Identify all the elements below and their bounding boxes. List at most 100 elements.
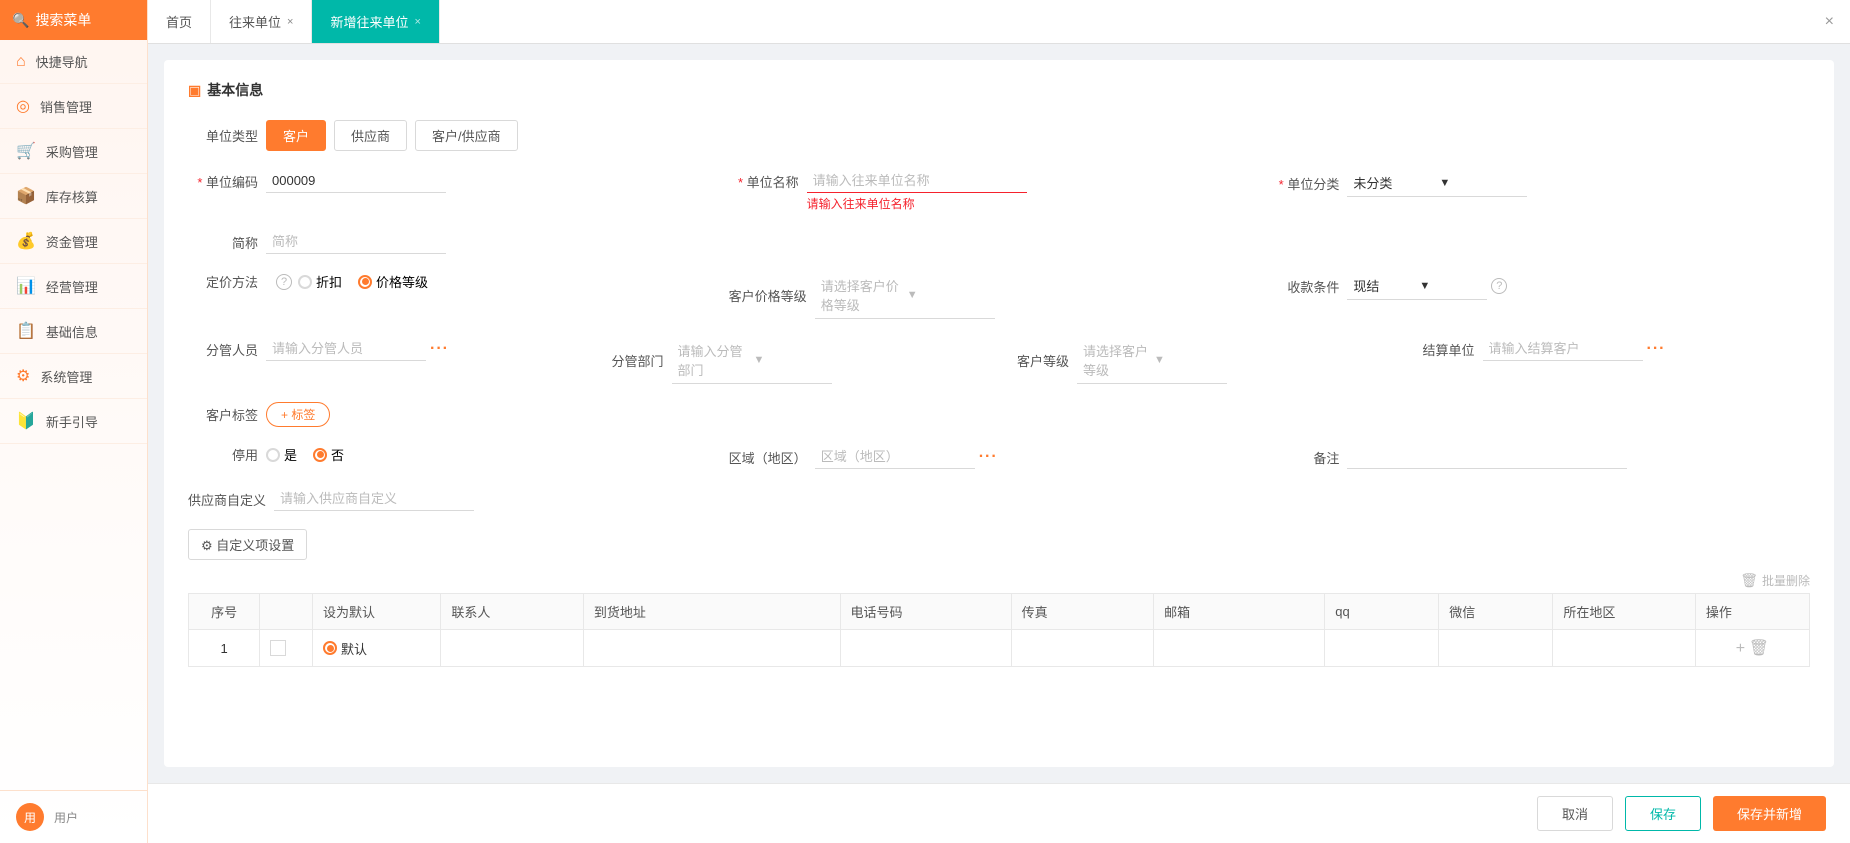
sidebar-bottom: 用 用户 bbox=[0, 790, 147, 843]
window-close-button[interactable]: × bbox=[1809, 0, 1850, 43]
row-qq-input[interactable] bbox=[1335, 641, 1428, 656]
sidebar-item-system[interactable]: ⚙ 系统管理 bbox=[0, 354, 147, 399]
col-address: 到货地址 bbox=[583, 594, 840, 630]
tab-counterpart[interactable]: 往来单位 × bbox=[211, 0, 312, 43]
remark-label: 备注 bbox=[1269, 448, 1339, 467]
tags-group: 客户标签 + 标签 bbox=[188, 402, 1790, 427]
sidebar-item-quick-nav[interactable]: ⌂ 快捷导航 bbox=[0, 40, 147, 84]
batch-delete-label[interactable]: 批量删除 bbox=[1762, 572, 1810, 589]
short-name-group: 简称 bbox=[188, 230, 1790, 254]
row-email-input[interactable] bbox=[1164, 641, 1314, 656]
settlement-more-btn[interactable]: ··· bbox=[1643, 340, 1670, 358]
custom-settings-button[interactable]: ⚙ 自定义项设置 bbox=[188, 529, 307, 560]
pricing-radio-price-level[interactable]: 价格等级 bbox=[358, 272, 428, 291]
row-wechat-input[interactable] bbox=[1449, 641, 1542, 656]
row-email[interactable] bbox=[1154, 630, 1325, 667]
disabled-yes-radio[interactable]: 是 bbox=[266, 445, 297, 464]
batch-delete-area: 🗑 批量删除 bbox=[188, 572, 1810, 589]
unit-type-customer-btn[interactable]: 客户 bbox=[266, 120, 326, 151]
department-group: 分管部门 请输入分管部门 ▼ bbox=[594, 337, 980, 384]
avatar: 用 bbox=[16, 803, 44, 831]
payment-terms-chevron-icon: ▼ bbox=[1419, 280, 1481, 292]
row-phone[interactable] bbox=[840, 630, 1011, 667]
unit-code-label: 单位编码 bbox=[188, 172, 258, 191]
manager-label: 分管人员 bbox=[188, 340, 258, 359]
sidebar-item-purchase[interactable]: 🛒 采购管理 bbox=[0, 129, 147, 174]
section-title: ▣ 基本信息 bbox=[188, 80, 1810, 100]
tab-close-counterpart[interactable]: × bbox=[287, 16, 293, 28]
short-name-label: 简称 bbox=[188, 233, 258, 252]
pricing-row: 定价方法 ? 折扣 价格等级 客户价格等级 bbox=[188, 272, 1810, 319]
row-contact-input[interactable] bbox=[451, 641, 573, 656]
payment-terms-select[interactable]: 现结 ▼ bbox=[1347, 272, 1487, 300]
region-input[interactable] bbox=[815, 445, 975, 469]
unit-category-select[interactable]: 未分类 ▼ bbox=[1347, 169, 1527, 197]
supplier-custom-label: 供应商自定义 bbox=[188, 490, 266, 509]
code-name-category-row: 单位编码 单位名称 请输入往来单位名称 单位分类 未分类 ▼ bbox=[188, 169, 1810, 212]
pricing-help-icon[interactable]: ? bbox=[276, 274, 292, 290]
sidebar-item-guide[interactable]: 🔰 新手引导 bbox=[0, 399, 147, 444]
disabled-no-circle bbox=[313, 448, 327, 462]
tags-label: 客户标签 bbox=[188, 405, 258, 424]
tab-new-counterpart[interactable]: 新增往来单位 × bbox=[312, 0, 439, 43]
customer-price-level-select[interactable]: 请选择客户价格等级 ▼ bbox=[815, 272, 995, 319]
row-fax[interactable] bbox=[1011, 630, 1154, 667]
remark-input[interactable] bbox=[1347, 445, 1627, 469]
row-checkbox[interactable] bbox=[270, 640, 286, 656]
row-add-button[interactable]: + bbox=[1736, 640, 1745, 658]
row-qq[interactable] bbox=[1325, 630, 1439, 667]
unit-type-row: 单位类型 客户 供应商 客户/供应商 bbox=[188, 120, 1810, 151]
col-default: 设为默认 bbox=[313, 594, 441, 630]
row-region[interactable] bbox=[1553, 630, 1696, 667]
tab-close-new-counterpart[interactable]: × bbox=[414, 16, 420, 28]
sidebar-item-inventory[interactable]: 📦 库存核算 bbox=[0, 174, 147, 219]
row-contact[interactable] bbox=[441, 630, 584, 667]
row-default-radio[interactable]: 默认 bbox=[323, 639, 430, 658]
cancel-button[interactable]: 取消 bbox=[1537, 796, 1613, 831]
disabled-no-radio[interactable]: 否 bbox=[313, 445, 344, 464]
footer-bar: 取消 保存 保存并新增 bbox=[148, 783, 1850, 843]
manager-more-btn[interactable]: ··· bbox=[426, 340, 453, 358]
sidebar-item-basic-info[interactable]: 📋 基础信息 bbox=[0, 309, 147, 354]
tab-home[interactable]: 首页 bbox=[148, 0, 211, 43]
unit-category-label: 单位分类 bbox=[1269, 174, 1339, 193]
region-more-btn[interactable]: ··· bbox=[975, 448, 1002, 466]
sidebar-item-sales[interactable]: ◎ 销售管理 bbox=[0, 84, 147, 129]
settlement-unit-input[interactable] bbox=[1483, 337, 1643, 361]
customer-level-label: 客户等级 bbox=[999, 351, 1069, 370]
row-action-cell: + 🗑 bbox=[1695, 630, 1809, 667]
save-button[interactable]: 保存 bbox=[1625, 796, 1701, 831]
short-name-input[interactable] bbox=[266, 230, 446, 254]
manager-group: 分管人员 ··· bbox=[188, 337, 574, 361]
unit-name-input[interactable] bbox=[807, 169, 1027, 193]
sidebar-item-finance[interactable]: 💰 资金管理 bbox=[0, 219, 147, 264]
disabled-region-remark-row: 停用 是 否 区域（地区） ··· bbox=[188, 445, 1810, 469]
row-fax-input[interactable] bbox=[1022, 641, 1144, 656]
manager-input[interactable] bbox=[266, 337, 426, 361]
search-menu-button[interactable]: 🔍 搜索菜单 bbox=[0, 0, 147, 40]
manager-row: 分管人员 ··· 分管部门 请输入分管部门 ▼ 客户等级 请选择客户等级 ▼ bbox=[188, 337, 1810, 384]
section-title-icon: ▣ bbox=[188, 82, 201, 99]
row-delete-button[interactable]: 🗑 bbox=[1749, 638, 1769, 658]
system-icon: ⚙ bbox=[16, 366, 30, 386]
supplier-custom-input[interactable] bbox=[274, 487, 474, 511]
customer-level-select[interactable]: 请选择客户等级 ▼ bbox=[1077, 337, 1227, 384]
pricing-radio-discount[interactable]: 折扣 bbox=[298, 272, 342, 291]
row-address[interactable] bbox=[583, 630, 840, 667]
sidebar-item-operations[interactable]: 📊 经营管理 bbox=[0, 264, 147, 309]
payment-terms-help-icon[interactable]: ? bbox=[1491, 278, 1507, 294]
remark-group: 备注 bbox=[1269, 445, 1790, 469]
save-and-new-button[interactable]: 保存并新增 bbox=[1713, 796, 1826, 831]
row-wechat[interactable] bbox=[1439, 630, 1553, 667]
row-address-input[interactable] bbox=[594, 641, 830, 656]
row-phone-input[interactable] bbox=[851, 641, 1001, 656]
operations-icon: 📊 bbox=[16, 276, 36, 296]
add-tag-button[interactable]: + 标签 bbox=[266, 402, 330, 427]
unit-type-both-btn[interactable]: 客户/供应商 bbox=[415, 120, 518, 151]
row-region-input[interactable] bbox=[1563, 641, 1685, 656]
department-select[interactable]: 请输入分管部门 ▼ bbox=[672, 337, 832, 384]
price-level-chevron-icon: ▼ bbox=[907, 289, 989, 301]
form-content: ▣ 基本信息 单位类型 客户 供应商 客户/供应商 单位编码 bbox=[148, 44, 1850, 783]
unit-code-input[interactable] bbox=[266, 169, 446, 193]
unit-type-supplier-btn[interactable]: 供应商 bbox=[334, 120, 407, 151]
